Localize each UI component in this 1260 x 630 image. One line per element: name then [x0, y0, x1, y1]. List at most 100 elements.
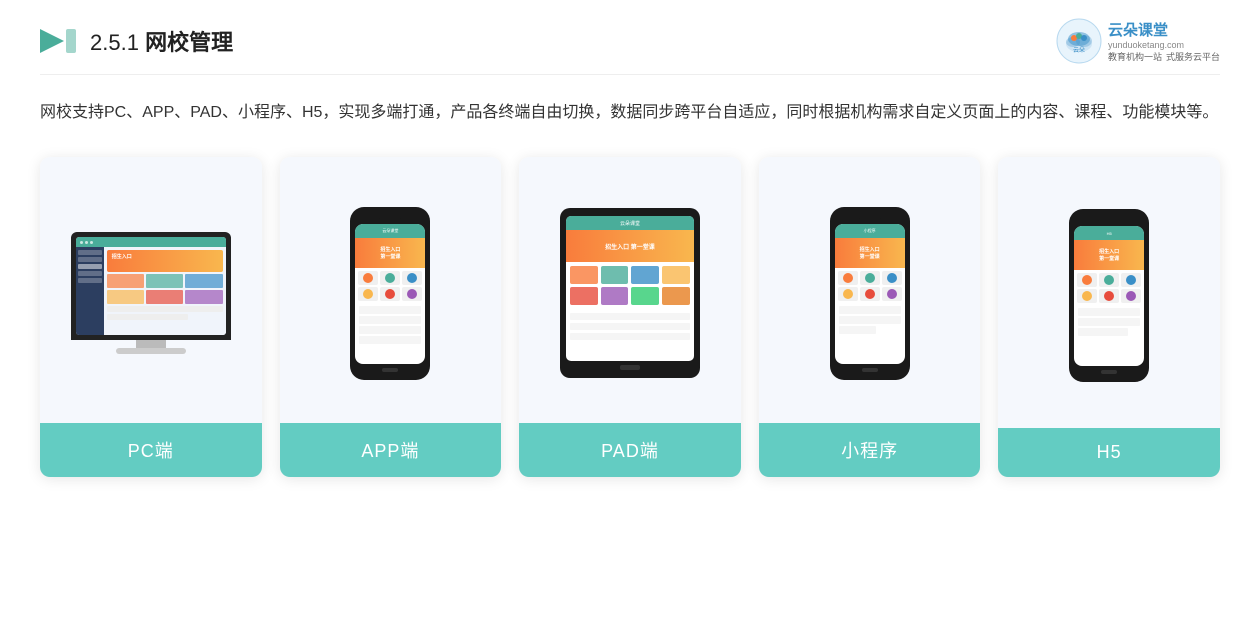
card-miniapp-label: 小程序: [759, 423, 981, 477]
card-pc-image: 招生入口: [40, 157, 262, 423]
pad-grid-4: [662, 266, 690, 284]
card-pad: 云朵课堂 招生入口 第一堂课: [519, 157, 741, 477]
h5-list-3: [1078, 328, 1128, 336]
brand-name: 云朵课堂: [1108, 19, 1168, 40]
pad-grid-7: [631, 287, 659, 305]
miniapp-grid-2: [860, 271, 880, 285]
pc-card-4: [107, 290, 144, 304]
description: 网校支持PC、APP、PAD、小程序、H5，实现多端打通，产品各终端自由切换，数…: [40, 75, 1220, 139]
miniapp-grid-3: [882, 271, 902, 285]
miniapp-grid: [835, 268, 905, 304]
app-grid-5: [380, 287, 400, 301]
miniapp-list: [835, 304, 905, 336]
app-grid-6: [402, 287, 422, 301]
h5-phone-mock: H5 招生入口第一堂课: [1069, 209, 1149, 382]
miniapp-phone-mock: 小程序 招生入口第一堂课: [830, 207, 910, 380]
miniapp-notch: [859, 215, 881, 221]
brand-top-row: 云朵课堂: [1108, 19, 1220, 40]
pc-monitor: 招生入口: [71, 232, 231, 340]
miniapp-list-3: [839, 326, 876, 334]
pc-card-5: [146, 290, 183, 304]
pc-banner-text: 招生入口: [112, 253, 132, 260]
pad-grid-3: [631, 266, 659, 284]
card-miniapp-image: 小程序 招生入口第一堂课: [759, 157, 981, 423]
h5-grid-1: [1077, 273, 1097, 287]
brand-cloud-icon: 云朵: [1056, 18, 1102, 64]
app-grid: [355, 268, 425, 304]
h5-grid-6: [1121, 289, 1141, 303]
pc-card-2: [146, 274, 183, 288]
h5-header-text: H5: [1107, 231, 1112, 236]
miniapp-banner-text: 招生入口第一堂课: [860, 246, 880, 260]
h5-grid-5: [1099, 289, 1119, 303]
card-h5-label: H5: [998, 428, 1220, 477]
pad-grid-6: [601, 287, 629, 305]
pc-card-1: [107, 274, 144, 288]
pc-dot-1: [80, 241, 83, 244]
page-container: 2.5.1 网校管理 云朵 云朵课堂 yundu: [0, 0, 1260, 630]
brand-slogan-line2: 式服务云平台: [1166, 50, 1220, 63]
pad-device-mock: 云朵课堂 招生入口 第一堂课: [560, 208, 700, 378]
card-miniapp: 小程序 招生入口第一堂课: [759, 157, 981, 477]
brand-right: 云朵课堂 yunduoketang.com 教育机构一站 式服务云平台: [1108, 19, 1220, 63]
pc-device-mock: 招生入口: [71, 232, 231, 354]
card-pc: 招生入口: [40, 157, 262, 477]
pc-cards-row-1: [107, 274, 223, 288]
pc-cards-row-2: [107, 290, 223, 304]
h5-banner: 招生入口第一堂课: [1074, 240, 1144, 270]
pc-sidebar-item-3: [78, 264, 102, 269]
pc-sidebar-item-1: [78, 250, 102, 255]
miniapp-header-text: 小程序: [864, 228, 876, 234]
pc-row-bar-2: [107, 314, 188, 320]
app-grid-3: [402, 271, 422, 285]
pad-list-3: [570, 333, 690, 340]
pad-list: [566, 309, 694, 344]
cards-container: 招生入口: [40, 157, 1220, 630]
miniapp-screen: 小程序 招生入口第一堂课: [835, 224, 905, 364]
pad-header-text: 云朵课堂: [620, 220, 640, 227]
pc-base: [116, 348, 186, 354]
h5-grid-3: [1121, 273, 1141, 287]
pad-screen-header: 云朵课堂: [566, 216, 694, 230]
pc-sidebar-item-4: [78, 271, 102, 276]
pc-screen: 招生入口: [76, 237, 226, 335]
h5-notch: [1098, 217, 1120, 223]
card-h5-image: H5 招生入口第一堂课: [998, 157, 1220, 428]
pc-sidebar-item-5: [78, 278, 102, 283]
pc-sidebar-item-2: [78, 257, 102, 262]
miniapp-grid-6: [882, 287, 902, 301]
miniapp-header: 小程序: [835, 224, 905, 238]
h5-screen: H5 招生入口第一堂课: [1074, 226, 1144, 366]
brand-slogan-line1: 教育机构一站: [1108, 50, 1162, 63]
h5-list-1: [1078, 308, 1140, 316]
app-list-1: [359, 306, 421, 314]
page-title: 2.5.1 网校管理: [90, 25, 233, 57]
description-text: 网校支持PC、APP、PAD、小程序、H5，实现多端打通，产品各终端自由切换，数…: [40, 104, 1218, 121]
pc-row-bar: [107, 306, 223, 312]
h5-home-btn: [1101, 370, 1117, 374]
pc-card-6: [185, 290, 222, 304]
svg-text:云朵: 云朵: [1073, 47, 1085, 54]
pc-main: 招生入口: [104, 247, 226, 335]
pad-banner-text: 招生入口 第一堂课: [605, 242, 655, 251]
card-app-image: 云朵课堂 招生入口第一堂课: [280, 157, 502, 423]
pad-home-btn: [620, 365, 640, 370]
card-pc-label: PC端: [40, 423, 262, 477]
pc-dot-2: [85, 241, 88, 244]
pad-banner: 招生入口 第一堂课: [566, 230, 694, 262]
card-h5: H5 招生入口第一堂课: [998, 157, 1220, 477]
brand-area: 云朵 云朵课堂 yunduoketang.com 教育机构一站 式服务云平台: [1056, 18, 1220, 64]
app-list: [355, 304, 425, 346]
brand-slogan: 教育机构一站 式服务云平台: [1108, 50, 1220, 63]
card-pad-label: PAD端: [519, 423, 741, 477]
pc-sidebar: [76, 247, 104, 335]
card-pad-image: 云朵课堂 招生入口 第一堂课: [519, 157, 741, 423]
card-app: 云朵课堂 招生入口第一堂课: [280, 157, 502, 477]
app-grid-4: [358, 287, 378, 301]
pc-card-3: [185, 274, 222, 288]
app-screen-header: 云朵课堂: [355, 224, 425, 238]
pad-list-1: [570, 313, 690, 320]
header: 2.5.1 网校管理 云朵 云朵课堂 yundu: [40, 0, 1220, 75]
h5-list: [1074, 306, 1144, 338]
pad-grid-2: [601, 266, 629, 284]
